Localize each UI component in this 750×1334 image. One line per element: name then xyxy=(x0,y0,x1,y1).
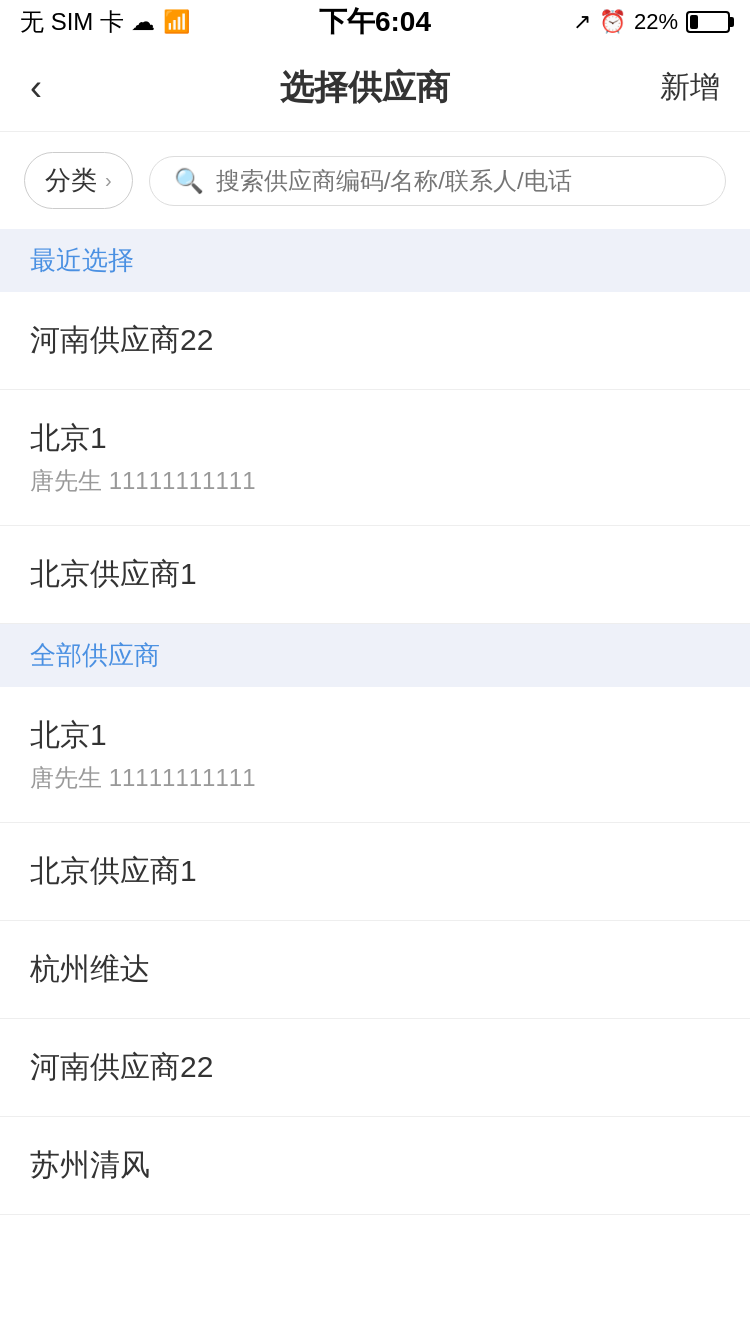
all-section-header: 全部供应商 xyxy=(0,624,750,687)
alarm-icon: ⏰ xyxy=(599,9,626,35)
chevron-right-icon: › xyxy=(105,169,112,192)
battery-icon xyxy=(686,11,730,33)
search-icon: 🔍 xyxy=(174,167,204,195)
search-input[interactable] xyxy=(216,167,701,195)
item-name: 北京供应商1 xyxy=(30,851,720,892)
list-item[interactable]: 北京1 唐先生 11111111111 xyxy=(0,687,750,823)
page-title: 选择供应商 xyxy=(280,65,450,111)
recent-section-header: 最近选择 xyxy=(0,229,750,292)
item-name: 苏州清风 xyxy=(30,1145,720,1186)
status-time: 下午6:04 xyxy=(319,3,431,41)
status-left: 无 SIM 卡 ☁ 📶 xyxy=(20,6,190,38)
list-item[interactable]: 苏州清风 xyxy=(0,1117,750,1215)
item-name: 河南供应商22 xyxy=(30,1047,720,1088)
category-button[interactable]: 分类 › xyxy=(24,152,133,209)
battery-fill xyxy=(690,15,698,29)
back-button[interactable]: ‹ xyxy=(30,67,90,109)
item-sub: 唐先生 11111111111 xyxy=(30,762,720,794)
item-name: 河南供应商22 xyxy=(30,320,720,361)
list-item[interactable]: 北京1 唐先生 11111111111 xyxy=(0,390,750,526)
add-button[interactable]: 新增 xyxy=(640,67,720,108)
list-item[interactable]: 北京供应商1 xyxy=(0,526,750,624)
all-section-title: 全部供应商 xyxy=(30,640,160,670)
item-name: 北京1 xyxy=(30,418,720,459)
location-icon: ↗ xyxy=(573,9,591,35)
list-item[interactable]: 杭州维达 xyxy=(0,921,750,1019)
search-box: 🔍 xyxy=(149,156,726,206)
list-item[interactable]: 河南供应商22 xyxy=(0,1019,750,1117)
recent-list: 河南供应商22 北京1 唐先生 11111111111 北京供应商1 xyxy=(0,292,750,624)
recent-section-title: 最近选择 xyxy=(30,245,134,275)
wifi-icon: 📶 xyxy=(163,9,190,35)
item-name: 北京供应商1 xyxy=(30,554,720,595)
status-bar: 无 SIM 卡 ☁ 📶 下午6:04 ↗ ⏰ 22% xyxy=(0,0,750,44)
list-item[interactable]: 河南供应商22 xyxy=(0,292,750,390)
item-name: 北京1 xyxy=(30,715,720,756)
sim-status: 无 SIM 卡 ☁ xyxy=(20,6,155,38)
all-list: 北京1 唐先生 11111111111 北京供应商1 杭州维达河南供应商22 苏州清风 xyxy=(0,687,750,1215)
filter-bar: 分类 › 🔍 xyxy=(0,132,750,229)
item-sub: 唐先生 11111111111 xyxy=(30,465,720,497)
nav-bar: ‹ 选择供应商 新增 xyxy=(0,44,750,132)
battery-percent: 22% xyxy=(634,9,678,35)
list-item[interactable]: 北京供应商1 xyxy=(0,823,750,921)
item-name: 杭州维达 xyxy=(30,949,720,990)
category-label: 分类 xyxy=(45,163,97,198)
status-right: ↗ ⏰ 22% xyxy=(573,9,730,35)
